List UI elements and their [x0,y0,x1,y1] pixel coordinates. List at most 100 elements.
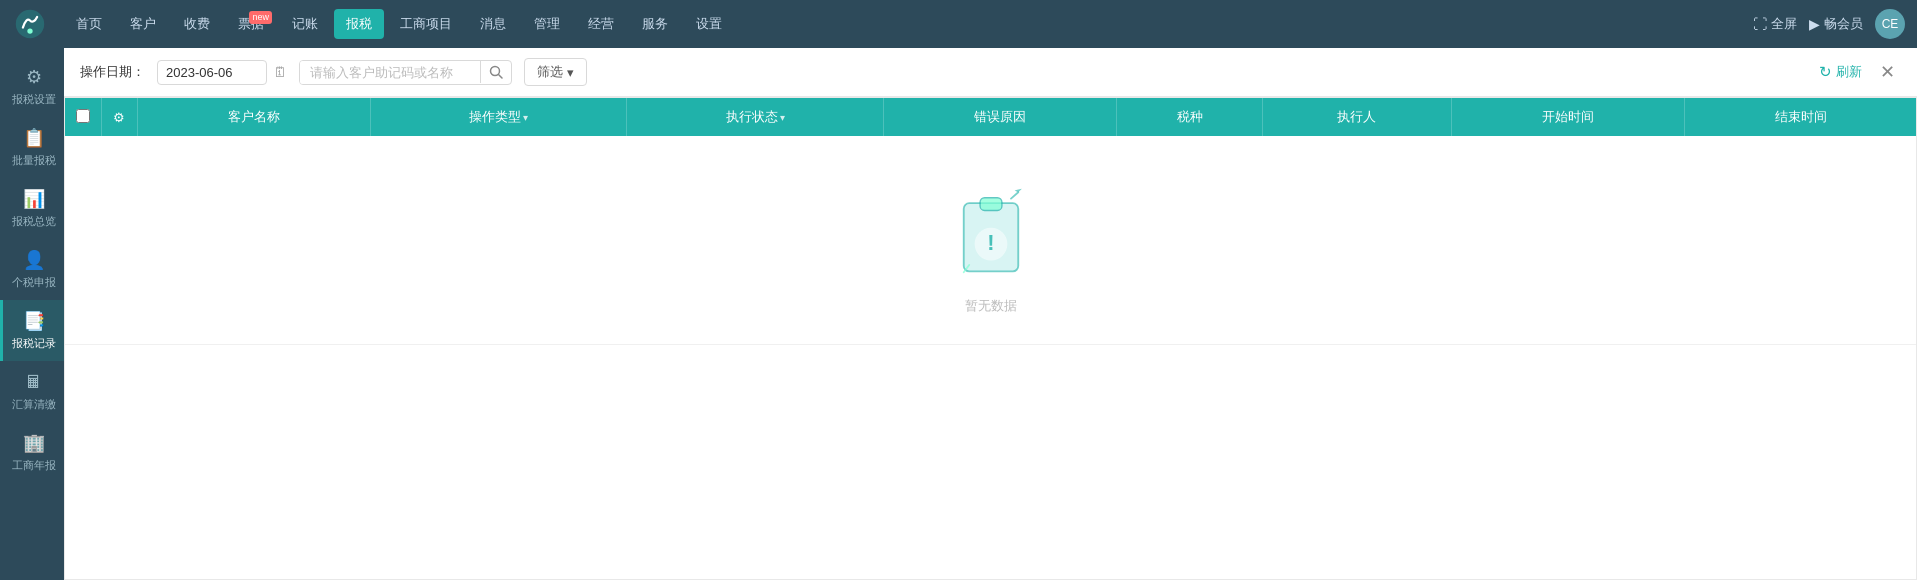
sidebar-item-tax-overview[interactable]: 📊 报税总览 [0,178,64,239]
sidebar-item-tax-records[interactable]: 📑 报税记录 [0,300,64,361]
sidebar-item-tax-settings[interactable]: ⚙ 报税设置 [0,56,64,117]
logo[interactable] [12,6,48,42]
svg-line-3 [499,75,503,79]
refresh-button[interactable]: ↻ 刷新 [1819,63,1862,81]
sidebar-item-batch-tax[interactable]: 📋 批量报税 [0,117,64,178]
table-container: ⚙客户名称操作类型▾执行状态▾错误原因税种执行人开始时间结束时间 [64,97,1917,580]
empty-state-row: ! 暂无数据 [65,136,1916,345]
svg-text:!: ! [987,230,994,255]
sidebar-label-tax-overview: 报税总览 [12,214,56,229]
date-label: 操作日期： [80,63,145,81]
col-header-operationType[interactable]: 操作类型▾ [370,98,627,136]
nav-item-home[interactable]: 首页 [64,9,114,39]
sidebar-icon-tax-records: 📑 [23,310,45,332]
filter-label: 筛选 [537,63,563,81]
member-button[interactable]: ▶ 畅会员 [1809,15,1863,33]
nav-item-business[interactable]: 工商项目 [388,9,464,39]
table-body: ! 暂无数据 [65,136,1916,345]
empty-state-cell: ! 暂无数据 [65,136,1916,345]
top-navigation: 首页客户收费票据new记账报税工商项目消息管理经营服务设置 ⛶ 全屏 ▶ 畅会员… [0,0,1917,48]
nav-item-bills[interactable]: 票据new [226,9,276,39]
table-header: ⚙客户名称操作类型▾执行状态▾错误原因税种执行人开始时间结束时间 [65,98,1916,136]
nav-item-messages[interactable]: 消息 [468,9,518,39]
empty-state: ! 暂无数据 [73,145,1908,335]
col-label-startTime: 开始时间 [1542,109,1594,124]
sidebar-icon-tax-settings: ⚙ [23,66,45,88]
refresh-label: 刷新 [1836,63,1862,81]
sidebar-item-annual-settlement[interactable]: 🖩 汇算清缴 [0,361,64,422]
sidebar-label-tax-settings: 报税设置 [12,92,56,107]
col-label-errorReason: 错误原因 [974,109,1026,124]
col-label-endTime: 结束时间 [1775,109,1827,124]
col-header-endTime: 结束时间 [1685,98,1916,136]
svg-point-0 [16,10,44,38]
col-header-checkbox [65,98,101,136]
date-input[interactable] [157,60,267,85]
sidebar-label-tax-records: 报税记录 [12,336,56,351]
col-header-clientName: 客户名称 [137,98,370,136]
sidebar-label-personal-tax: 个税申报 [12,275,56,290]
nav-item-fees[interactable]: 收费 [172,9,222,39]
col-label-clientName: 客户名称 [228,109,280,124]
nav-badge-bills: new [249,11,272,24]
nav-item-accounting[interactable]: 记账 [280,9,330,39]
sidebar-icon-tax-overview: 📊 [23,188,45,210]
sidebar-item-personal-tax[interactable]: 👤 个税申报 [0,239,64,300]
content-area: 操作日期： 🗓 筛选 ▾ ↻ 刷新 [64,48,1917,580]
sort-icon-execStatus[interactable]: ▾ [780,112,785,123]
user-initials: CE [1882,17,1899,31]
sidebar-icon-personal-tax: 👤 [23,249,45,271]
toolbar: 操作日期： 🗓 筛选 ▾ ↻ 刷新 [64,48,1917,97]
empty-text: 暂无数据 [965,297,1017,315]
sidebar-icon-batch-tax: 📋 [23,127,45,149]
sidebar-item-business-annual[interactable]: 🏢 工商年报 [0,422,64,483]
user-avatar[interactable]: CE [1875,9,1905,39]
col-header-errorReason: 错误原因 [884,98,1117,136]
chevron-down-icon: ▾ [567,65,574,80]
svg-rect-6 [980,198,1002,211]
col-header-executor: 执行人 [1262,98,1451,136]
empty-illustration: ! [941,185,1041,285]
sidebar-icon-annual-settlement: 🖩 [23,371,45,393]
main-layout: ⚙ 报税设置 📋 批量报税 📊 报税总览 👤 个税申报 📑 报税记录 🖩 汇算清缴 🏢 工商年报 操作日期… [0,48,1917,580]
search-button[interactable] [480,61,511,83]
sidebar-label-batch-tax: 批量报税 [12,153,56,168]
nav-item-tax[interactable]: 报税 [334,9,384,39]
col-header-settings: ⚙ [101,98,137,136]
refresh-icon: ↻ [1819,63,1832,81]
nav-item-settings[interactable]: 设置 [684,9,734,39]
svg-marker-10 [1014,189,1021,193]
sidebar-label-annual-settlement: 汇算清缴 [12,397,56,412]
col-header-execStatus[interactable]: 执行状态▾ [627,98,884,136]
sidebar-icon-business-annual: 🏢 [23,432,45,454]
col-label-taxType: 税种 [1177,109,1203,124]
nav-item-customer[interactable]: 客户 [118,9,168,39]
fullscreen-label: 全屏 [1771,15,1797,33]
data-table: ⚙客户名称操作类型▾执行状态▾错误原因税种执行人开始时间结束时间 [65,98,1916,345]
col-label-operationType: 操作类型 [469,109,521,124]
nav-item-operations[interactable]: 经营 [576,9,626,39]
close-button[interactable]: ✕ [1874,61,1901,83]
member-label: 畅会员 [1824,15,1863,33]
col-label-executor: 执行人 [1337,109,1376,124]
search-box [299,60,512,85]
col-header-startTime: 开始时间 [1451,98,1684,136]
sort-icon-operationType[interactable]: ▾ [523,112,528,123]
settings-icon[interactable]: ⚙ [113,110,125,125]
svg-point-1 [27,28,32,33]
nav-items: 首页客户收费票据new记账报税工商项目消息管理经营服务设置 [64,9,1753,39]
calendar-icon[interactable]: 🗓 [273,64,287,80]
nav-item-management[interactable]: 管理 [522,9,572,39]
filter-button[interactable]: 筛选 ▾ [524,58,587,86]
date-picker: 🗓 [157,60,287,85]
select-all-checkbox[interactable] [76,109,90,123]
fullscreen-button[interactable]: ⛶ 全屏 [1753,15,1797,33]
sidebar: ⚙ 报税设置 📋 批量报税 📊 报税总览 👤 个税申报 📑 报税记录 🖩 汇算清缴 🏢 工商年报 [0,48,64,580]
top-nav-right: ⛶ 全屏 ▶ 畅会员 CE [1753,9,1905,39]
col-header-taxType: 税种 [1117,98,1262,136]
col-label-execStatus: 执行状态 [726,109,778,124]
sidebar-label-business-annual: 工商年报 [12,458,56,473]
search-input[interactable] [300,61,480,84]
nav-item-services[interactable]: 服务 [630,9,680,39]
svg-line-9 [1011,192,1018,198]
